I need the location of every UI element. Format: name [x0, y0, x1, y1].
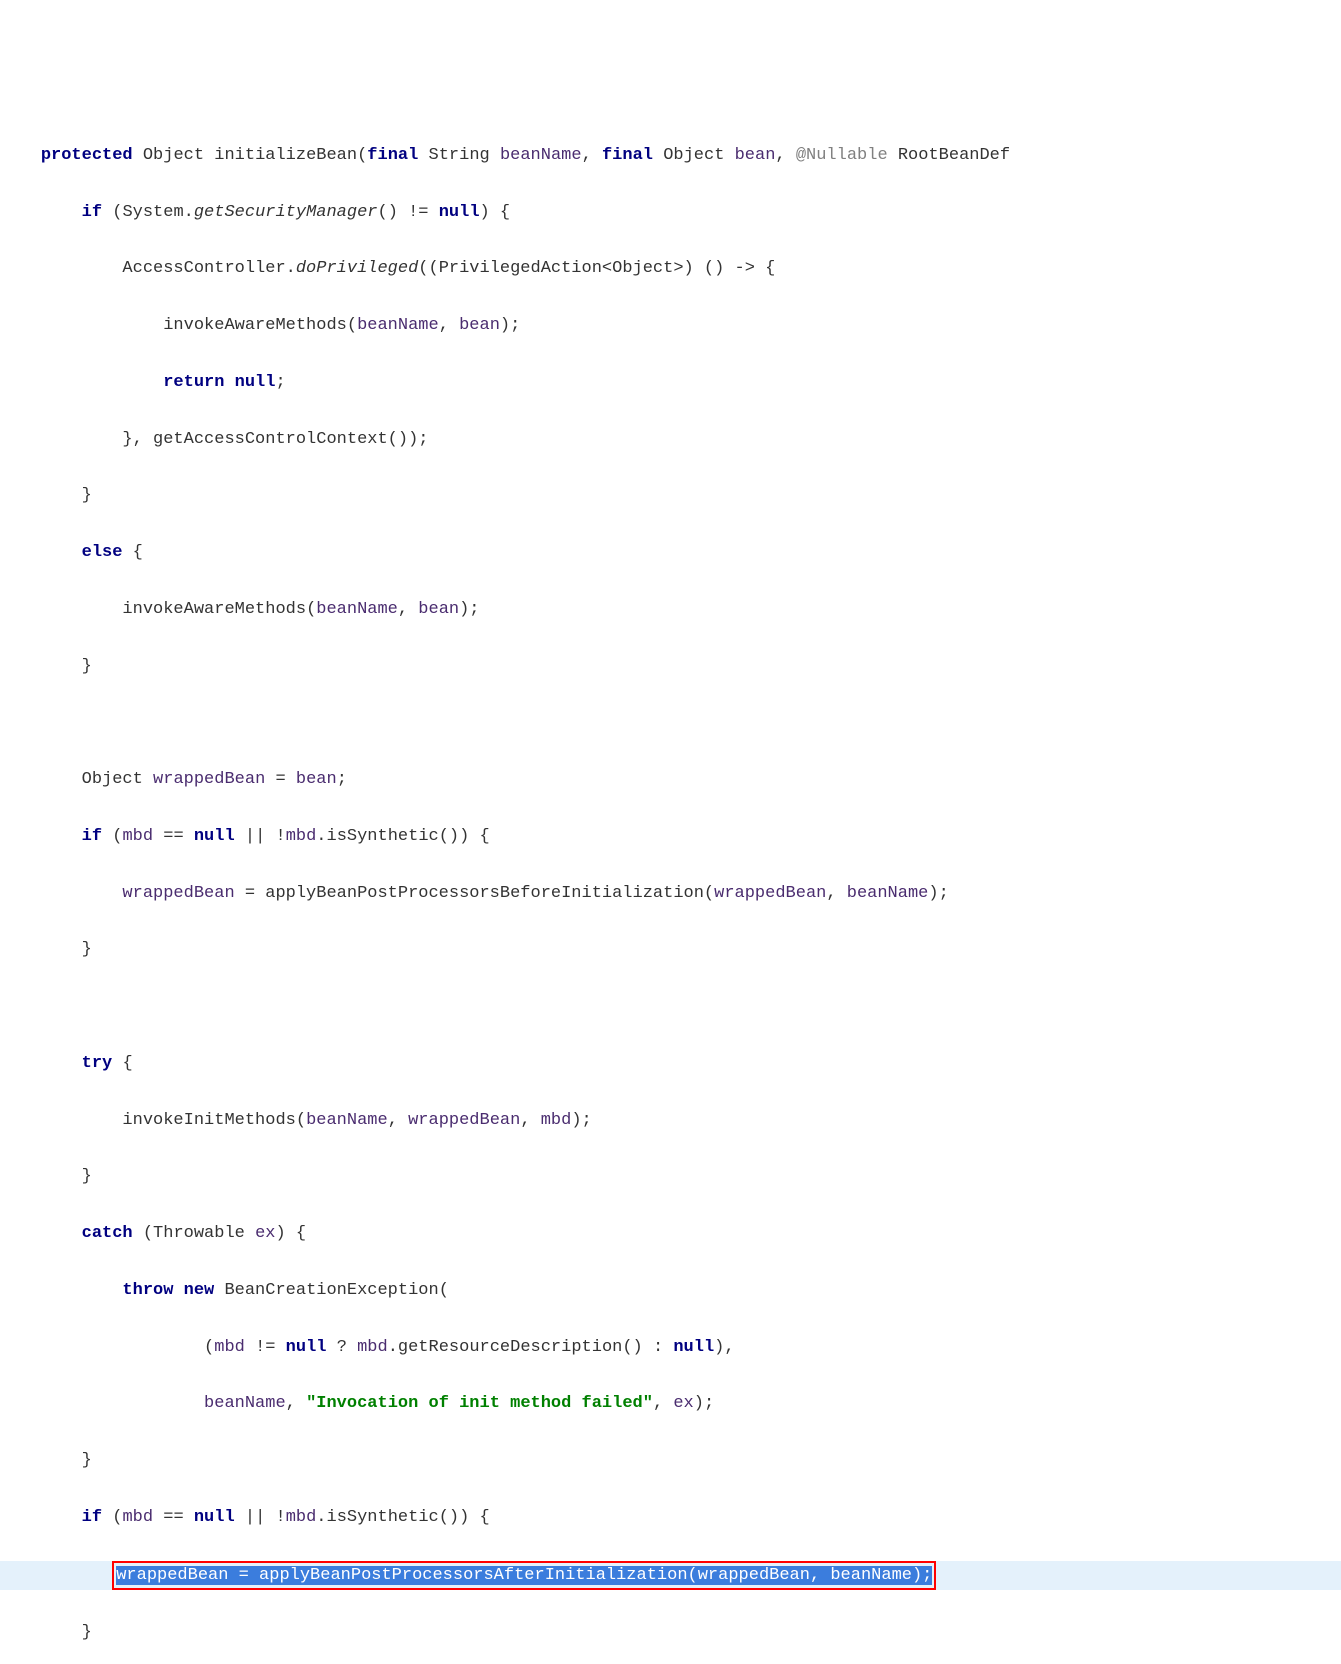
code-line: protected Object initializeBean(final St…: [0, 142, 1341, 170]
code-line: invokeAwareMethods(beanName, bean);: [0, 596, 1341, 624]
annotation-nullable: @Nullable: [796, 146, 888, 165]
annotation-box: wrappedBean = applyBeanPostProcessorsAft…: [112, 1561, 936, 1591]
code-line: AccessController.doPrivileged((Privilege…: [0, 255, 1341, 283]
string-literal: "Invocation of init method failed": [306, 1394, 653, 1413]
code-line: else {: [0, 539, 1341, 567]
code-block: protected Object initializeBean(final St…: [0, 114, 1341, 1664]
code-line: catch (Throwable ex) {: [0, 1220, 1341, 1248]
code-line: invokeAwareMethods(beanName, bean);: [0, 312, 1341, 340]
code-line: [0, 709, 1341, 737]
code-line: Object wrappedBean = bean;: [0, 766, 1341, 794]
keyword-protected: protected: [41, 146, 133, 165]
code-line: wrappedBean = applyBeanPostProcessorsBef…: [0, 880, 1341, 908]
code-line: }, getAccessControlContext());: [0, 426, 1341, 454]
code-line: try {: [0, 1050, 1341, 1078]
code-line: }: [0, 482, 1341, 510]
code-line: (mbd != null ? mbd.getResourceDescriptio…: [0, 1334, 1341, 1362]
code-line: }: [0, 1447, 1341, 1475]
code-line: throw new BeanCreationException(: [0, 1277, 1341, 1305]
code-line: }: [0, 1163, 1341, 1191]
code-line: }: [0, 1619, 1341, 1647]
code-line: invokeInitMethods(beanName, wrappedBean,…: [0, 1107, 1341, 1135]
code-line: if (mbd == null || !mbd.isSynthetic()) {: [0, 1504, 1341, 1532]
code-line: if (System.getSecurityManager() != null)…: [0, 199, 1341, 227]
code-line: return null;: [0, 369, 1341, 397]
code-line: [0, 993, 1341, 1021]
selected-text: wrappedBean = applyBeanPostProcessorsAft…: [116, 1566, 932, 1585]
code-line: if (mbd == null || !mbd.isSynthetic()) {: [0, 823, 1341, 851]
highlighted-line: wrappedBean = applyBeanPostProcessorsAft…: [0, 1561, 1341, 1591]
code-line: beanName, "Invocation of init method fai…: [0, 1390, 1341, 1418]
code-line: }: [0, 653, 1341, 681]
code-line: }: [0, 936, 1341, 964]
